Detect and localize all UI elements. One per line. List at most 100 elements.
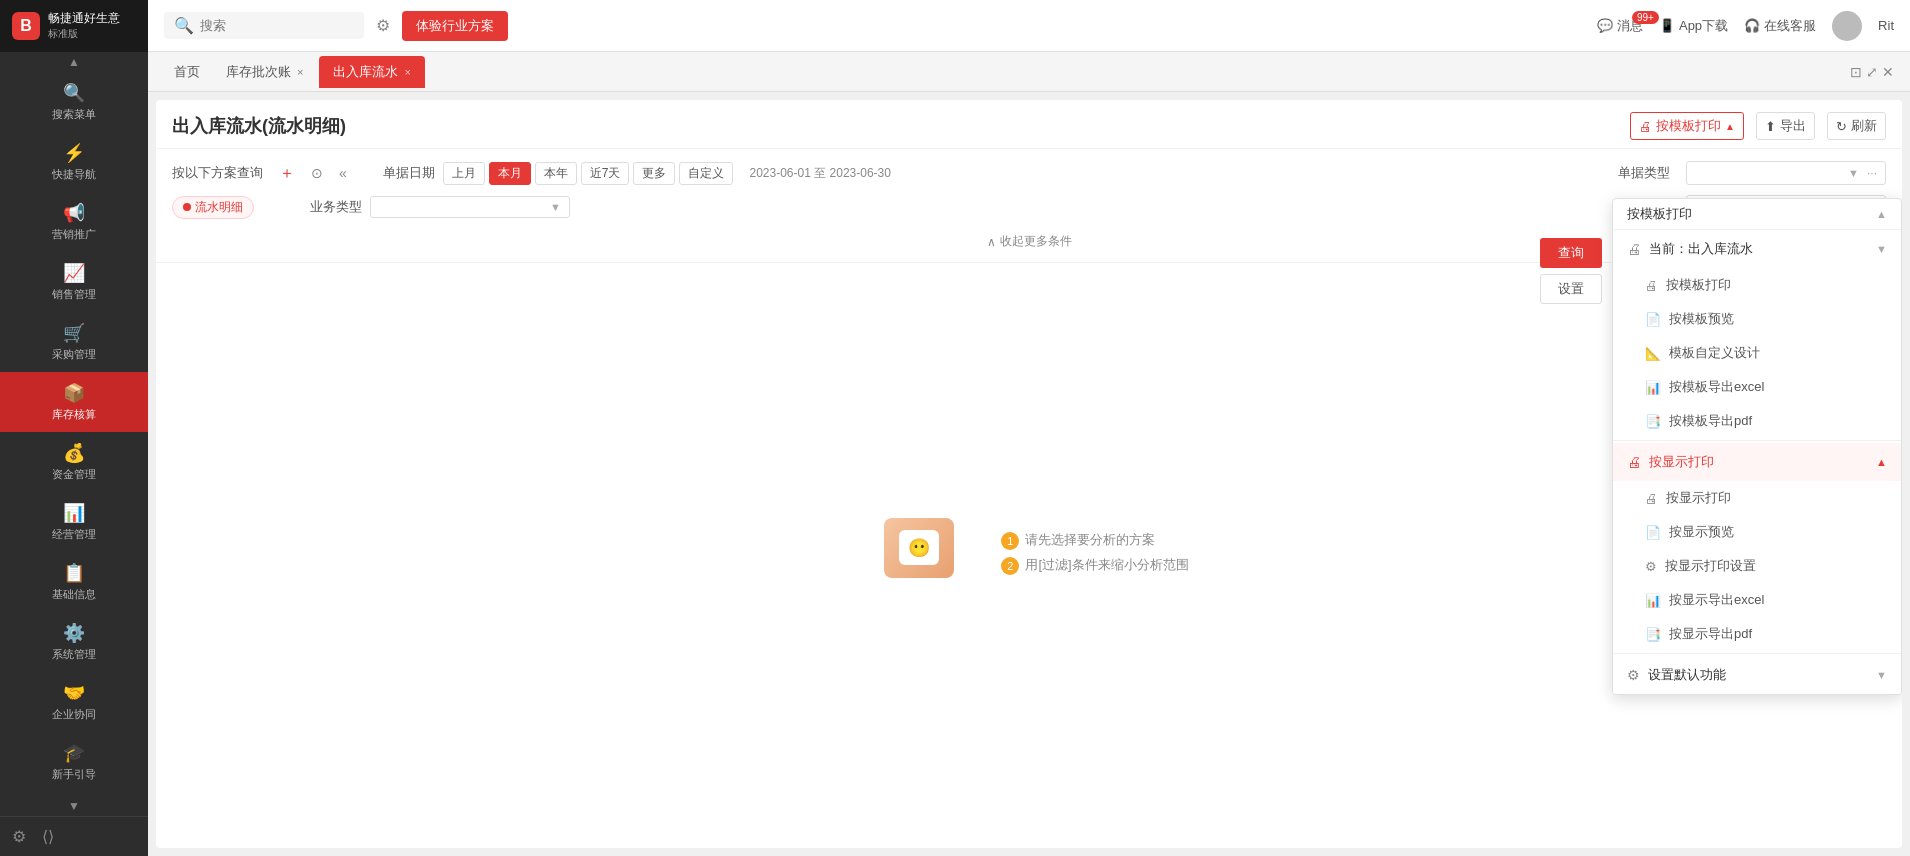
right-action-buttons: 查询 设置: [1540, 238, 1602, 304]
filter-label: 按以下方案查询: [172, 164, 263, 182]
dp-template-custom-item[interactable]: 📐 模板自定义设计: [1613, 336, 1901, 370]
service-button[interactable]: 🎧 在线客服: [1744, 17, 1816, 35]
filter-add-icon[interactable]: ＋: [279, 163, 295, 184]
dp-template-preview-label: 按模板预览: [1669, 310, 1734, 328]
filter-settings-icon[interactable]: ⊙: [311, 165, 323, 181]
filter-row-1: 按以下方案查询 ＋ ⊙ « 单据日期 上月 本月 本年 近7天 更多 自定义 2…: [172, 161, 1886, 185]
dp-display-excel-item[interactable]: 📊 按显示导出excel: [1613, 583, 1901, 617]
logo-name: 畅捷通好生意: [48, 11, 120, 27]
sidebar-item-purchase[interactable]: 🛒 采购管理: [0, 312, 148, 372]
dp-display-pdf-item[interactable]: 📑 按显示导出pdf: [1613, 617, 1901, 651]
sales-label: 销售管理: [52, 287, 96, 302]
settings-icon[interactable]: ⚙: [12, 827, 26, 846]
dp-display-pdf-label: 按显示导出pdf: [1669, 625, 1752, 643]
sidebar-item-search-menu[interactable]: 🔍 搜索菜单: [0, 72, 148, 132]
message-button[interactable]: 💬 消息 99+: [1597, 17, 1643, 35]
flow-tab-close[interactable]: ×: [404, 66, 410, 78]
dp-template-custom-label: 模板自定义设计: [1669, 344, 1760, 362]
collapse-up-icon: ∧: [987, 235, 996, 249]
date-last-7[interactable]: 近7天: [581, 162, 630, 185]
doc-type-select[interactable]: ▼ ···: [1686, 161, 1886, 185]
sidebar-item-finance[interactable]: 💰 资金管理: [0, 432, 148, 492]
dp-template-print-label: 按模板打印: [1666, 276, 1731, 294]
sidebar-item-sales[interactable]: 📈 销售管理: [0, 252, 148, 312]
finance-label: 资金管理: [52, 467, 96, 482]
dp-template-preview-item[interactable]: 📄 按模板预览: [1613, 302, 1901, 336]
trial-button[interactable]: 体验行业方案: [402, 11, 508, 41]
dp-display-excel-label: 按显示导出excel: [1669, 591, 1764, 609]
date-last-month[interactable]: 上月: [443, 162, 485, 185]
print-icon: 🖨: [1639, 119, 1652, 134]
header-search-box[interactable]: 🔍: [164, 12, 364, 39]
date-this-month[interactable]: 本月: [489, 162, 531, 185]
tab-home[interactable]: 首页: [164, 56, 210, 88]
print-template-label: 按模板打印: [1656, 117, 1721, 135]
collapse-button[interactable]: ∧ 收起更多条件: [987, 233, 1072, 250]
sidebar-item-system[interactable]: ⚙️ 系统管理: [0, 612, 148, 672]
sidebar-item-guide[interactable]: 🎓 新手引导: [0, 732, 148, 792]
sidebar-item-quick-nav[interactable]: ⚡ 快捷导航: [0, 132, 148, 192]
tab-batch-account[interactable]: 库存批次账 ×: [212, 56, 317, 88]
tab-flow[interactable]: 出入库流水 ×: [319, 56, 424, 88]
search-menu-label: 搜索菜单: [52, 107, 96, 122]
dp-set-default-label: 设置默认功能: [1648, 666, 1726, 684]
dp-display-print-header[interactable]: 🖨 按显示打印 ▲: [1613, 443, 1901, 481]
print-dropdown-panel: 按模板打印 ▲ 🖨 当前：出入库流水 ▼ 🖨 按模板打印 📄 按模板预览 📐: [1612, 198, 1902, 695]
dp-template-label: 当前：出入库流水: [1649, 240, 1753, 258]
refresh-label: 刷新: [1851, 117, 1877, 135]
dp-set-default-header[interactable]: ⚙ 设置默认功能 ▼: [1613, 656, 1901, 694]
sidebar-item-basic-info[interactable]: 📋 基础信息: [0, 552, 148, 612]
doc-type-chevron-icon: ▼: [1848, 167, 1859, 179]
dp-display-settings-item[interactable]: ⚙ 按显示打印设置: [1613, 549, 1901, 583]
date-label: 单据日期: [383, 164, 435, 182]
dp-item-settings-icon: ⚙: [1645, 559, 1657, 574]
date-more[interactable]: 更多: [633, 162, 675, 185]
dp-template-print-header[interactable]: 🖨 当前：出入库流水 ▼: [1613, 230, 1901, 268]
dp-display-preview-item[interactable]: 📄 按显示预览: [1613, 515, 1901, 549]
dp-display-print-item[interactable]: 🖨 按显示打印: [1613, 481, 1901, 515]
dp-print-icon-1: 🖨: [1627, 241, 1641, 257]
doc-type-more-icon: ···: [1867, 166, 1877, 180]
empty-hints: 1 请先选择要分析的方案 2 用[过滤]条件来缩小分析范围: [1001, 531, 1188, 581]
dp-template-pdf-item[interactable]: 📑 按模板导出pdf: [1613, 404, 1901, 438]
date-custom[interactable]: 自定义: [679, 162, 733, 185]
date-this-year[interactable]: 本年: [535, 162, 577, 185]
dp-template-excel-item[interactable]: 📊 按模板导出excel: [1613, 370, 1901, 404]
sidebar-logo: B 畅捷通好生意 标准版: [0, 0, 148, 52]
export-button[interactable]: ⬆ 导出: [1756, 112, 1815, 140]
active-filter-tag[interactable]: 流水明细: [172, 196, 254, 219]
dp-item-pdf-icon-2: 📑: [1645, 627, 1661, 642]
refresh-button[interactable]: ↻ 刷新: [1827, 112, 1886, 140]
dp-item-excel-icon-1: 📊: [1645, 380, 1661, 395]
dp-template-print-item[interactable]: 🖨 按模板打印: [1613, 268, 1901, 302]
sidebar-item-marketing[interactable]: 📢 营销推广: [0, 192, 148, 252]
dp-display-print-label: 按显示打印: [1666, 489, 1731, 507]
biz-type-select[interactable]: ▼: [370, 196, 570, 218]
date-buttons: 上月 本月 本年 近7天 更多 自定义: [443, 162, 734, 185]
search-input[interactable]: [200, 18, 330, 33]
dp-scroll-up-icon[interactable]: ▲: [1876, 208, 1887, 220]
sidebar-item-cooperation[interactable]: 🤝 企业协同: [0, 672, 148, 732]
sidebar-scroll-up[interactable]: ▲: [0, 52, 148, 72]
gear-icon[interactable]: ⚙: [376, 16, 390, 35]
sidebar-item-inventory[interactable]: 📦 库存核算: [0, 372, 148, 432]
header-right: 💬 消息 99+ 📱 App下载 🎧 在线客服 Rit: [1597, 11, 1894, 41]
settings-button[interactable]: 设置: [1540, 274, 1602, 304]
app-download-button[interactable]: 📱 App下载: [1659, 17, 1728, 35]
dp-item-preview-icon-2: 📄: [1645, 525, 1661, 540]
sidebar-item-app-center[interactable]: 🔲 应用中心: [0, 792, 148, 796]
print-template-button[interactable]: 🖨 按模板打印 ▲: [1630, 112, 1744, 140]
avatar[interactable]: [1832, 11, 1862, 41]
tab-expand-icon[interactable]: ⤢: [1866, 64, 1878, 80]
batch-tab-close[interactable]: ×: [297, 66, 303, 78]
expand-icon[interactable]: ⟨⟩: [42, 827, 54, 846]
query-button[interactable]: 查询: [1540, 238, 1602, 268]
sidebar-scroll-down[interactable]: ▼: [0, 796, 148, 816]
tab-minimize-icon[interactable]: ⊡: [1850, 64, 1862, 80]
filter-collapse-icon[interactable]: «: [339, 165, 347, 181]
tab-close-all-icon[interactable]: ✕: [1882, 64, 1894, 80]
quick-nav-icon: ⚡: [63, 142, 85, 164]
empty-illustration: 😶: [869, 508, 969, 588]
sidebar-item-operation[interactable]: 📊 经营管理: [0, 492, 148, 552]
username-label[interactable]: Rit: [1878, 18, 1894, 33]
